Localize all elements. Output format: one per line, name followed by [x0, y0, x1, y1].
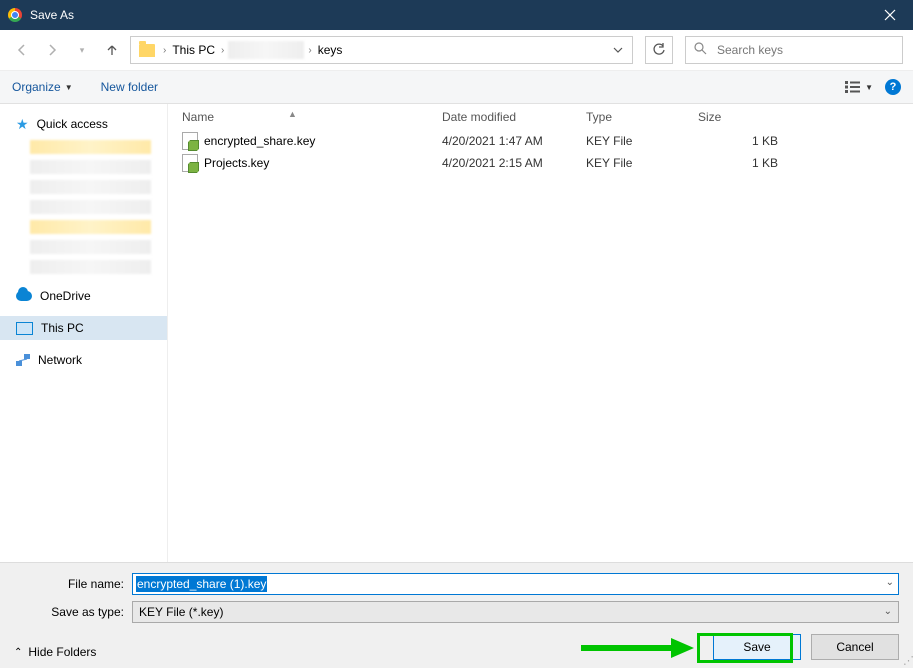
chevron-down-icon: ▼: [865, 83, 873, 92]
window-title: Save As: [30, 8, 74, 22]
save-label: Save: [743, 640, 770, 654]
file-name: encrypted_share.key: [204, 134, 315, 148]
network-icon: [16, 354, 30, 366]
close-icon: [884, 9, 896, 21]
sidebar-label: This PC: [41, 321, 84, 335]
resize-grip[interactable]: ⋰: [903, 654, 911, 667]
file-name: Projects.key: [204, 156, 269, 170]
column-name-label: Name: [182, 110, 214, 124]
chevron-down-icon: ▼: [65, 83, 73, 92]
breadcrumb-dropdown[interactable]: [604, 37, 632, 63]
chevron-right-icon: ›: [159, 45, 170, 56]
nav-bar: ▾ › This PC › › keys Search keys: [0, 30, 913, 70]
chevron-right-icon: ›: [217, 45, 228, 56]
file-type: KEY File: [586, 134, 698, 148]
search-placeholder: Search keys: [717, 43, 783, 57]
sort-asc-icon: ▲: [288, 109, 297, 119]
titlebar: Save As: [0, 0, 913, 30]
keyfile-icon: [182, 132, 198, 150]
file-row[interactable]: encrypted_share.key 4/20/2021 1:47 AM KE…: [168, 130, 913, 152]
organize-button[interactable]: Organize ▼: [12, 80, 73, 94]
cancel-label: Cancel: [836, 640, 873, 654]
annotation-arrow: [576, 633, 696, 663]
file-type: KEY File: [586, 156, 698, 170]
breadcrumb-blurred: [228, 41, 304, 59]
folder-icon: [139, 44, 155, 57]
body: ★ Quick access OneDrive This PC Network: [0, 104, 913, 562]
file-list: Name ▲ Date modified Type Size encrypted…: [168, 104, 913, 562]
chevron-down-icon: [613, 45, 623, 55]
hide-folders-button[interactable]: ⌃ Hide Folders: [14, 645, 96, 659]
keyfile-icon: [182, 154, 198, 172]
hide-folders-label: Hide Folders: [28, 645, 96, 659]
chevron-up-icon: ⌃: [14, 647, 22, 658]
refresh-icon: [652, 43, 666, 57]
sidebar-network[interactable]: Network: [0, 348, 167, 372]
view-icon: [845, 81, 861, 93]
arrow-up-icon: [105, 43, 119, 57]
filename-value: encrypted_share (1).key: [136, 576, 267, 592]
column-date[interactable]: Date modified: [442, 110, 586, 124]
breadcrumb-root[interactable]: This PC: [170, 43, 217, 57]
sidebar-this-pc[interactable]: This PC: [0, 316, 167, 340]
save-button[interactable]: Save: [713, 634, 801, 660]
new-folder-button[interactable]: New folder: [101, 80, 158, 94]
refresh-button[interactable]: [645, 36, 673, 64]
type-label: Save as type:: [14, 605, 132, 619]
filename-input[interactable]: encrypted_share (1).key ⌄: [132, 573, 899, 595]
star-icon: ★: [16, 117, 29, 131]
sidebar-label: Quick access: [37, 117, 108, 131]
chevron-down-icon: ⌄: [884, 606, 892, 617]
search-icon: [694, 42, 707, 58]
sidebar-onedrive[interactable]: OneDrive: [0, 284, 167, 308]
file-size: 1 KB: [698, 156, 788, 170]
type-value: KEY File (*.key): [139, 605, 223, 619]
sidebar-label: Network: [38, 353, 82, 367]
column-type[interactable]: Type: [586, 110, 698, 124]
file-row[interactable]: Projects.key 4/20/2021 2:15 AM KEY File …: [168, 152, 913, 174]
back-button[interactable]: [10, 38, 34, 62]
sidebar-label: OneDrive: [40, 289, 91, 303]
file-date: 4/20/2021 1:47 AM: [442, 134, 586, 148]
filename-label: File name:: [14, 577, 132, 591]
close-button[interactable]: [867, 0, 913, 30]
type-select[interactable]: KEY File (*.key) ⌄: [132, 601, 899, 623]
view-button[interactable]: ▼: [845, 81, 873, 93]
breadcrumb[interactable]: › This PC › › keys: [130, 36, 633, 64]
recent-dropdown[interactable]: ▾: [70, 38, 94, 62]
column-size[interactable]: Size: [698, 110, 778, 124]
onedrive-icon: [16, 291, 32, 301]
up-button[interactable]: [100, 38, 124, 62]
breadcrumb-folder[interactable]: keys: [316, 43, 345, 57]
arrow-left-icon: [15, 43, 29, 57]
chrome-icon: [8, 8, 22, 22]
organize-label: Organize: [12, 80, 61, 94]
sidebar-blurred: [30, 140, 151, 274]
file-date: 4/20/2021 2:15 AM: [442, 156, 586, 170]
file-size: 1 KB: [698, 134, 788, 148]
sidebar-quick-access[interactable]: ★ Quick access: [0, 112, 167, 136]
help-button[interactable]: ?: [885, 79, 901, 95]
search-input[interactable]: Search keys: [685, 36, 903, 64]
column-headers: Name ▲ Date modified Type Size: [168, 104, 913, 130]
forward-button[interactable]: [40, 38, 64, 62]
sidebar: ★ Quick access OneDrive This PC Network: [0, 104, 168, 562]
arrow-right-icon: [45, 43, 59, 57]
chevron-right-icon: ›: [304, 45, 315, 56]
column-name[interactable]: Name ▲: [168, 110, 442, 124]
pc-icon: [16, 322, 33, 335]
bottom-panel: File name: encrypted_share (1).key ⌄ Sav…: [0, 562, 913, 668]
chevron-down-icon[interactable]: ⌄: [886, 577, 894, 588]
cancel-button[interactable]: Cancel: [811, 634, 899, 660]
toolbar: Organize ▼ New folder ▼ ?: [0, 70, 913, 104]
